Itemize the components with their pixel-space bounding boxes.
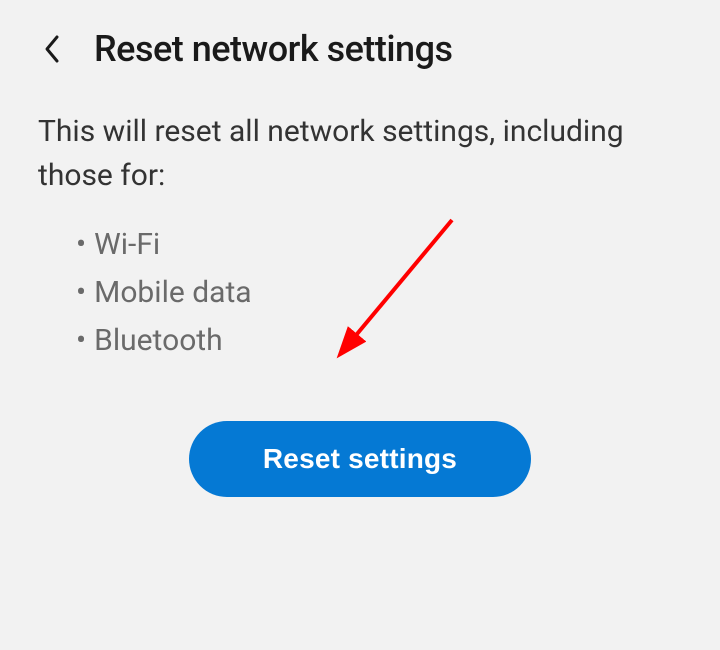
bullet-dot: • (76, 269, 86, 317)
header: Reset network settings (0, 0, 720, 98)
description-text: This will reset all network settings, in… (38, 110, 682, 197)
bullet-dot: • (76, 317, 86, 365)
bullet-label: Wi-Fi (94, 221, 160, 269)
page-title: Reset network settings (94, 28, 453, 70)
back-icon[interactable] (38, 35, 66, 63)
bullet-dot: • (76, 221, 86, 269)
content: This will reset all network settings, in… (0, 98, 720, 497)
bullet-list: • Wi-Fi • Mobile data • Bluetooth (38, 221, 682, 365)
bullet-label: Bluetooth (94, 317, 223, 365)
list-item: • Mobile data (76, 269, 682, 317)
reset-settings-button[interactable]: Reset settings (189, 421, 531, 497)
button-container: Reset settings (38, 421, 682, 497)
list-item: • Bluetooth (76, 317, 682, 365)
bullet-label: Mobile data (94, 269, 251, 317)
list-item: • Wi-Fi (76, 221, 682, 269)
